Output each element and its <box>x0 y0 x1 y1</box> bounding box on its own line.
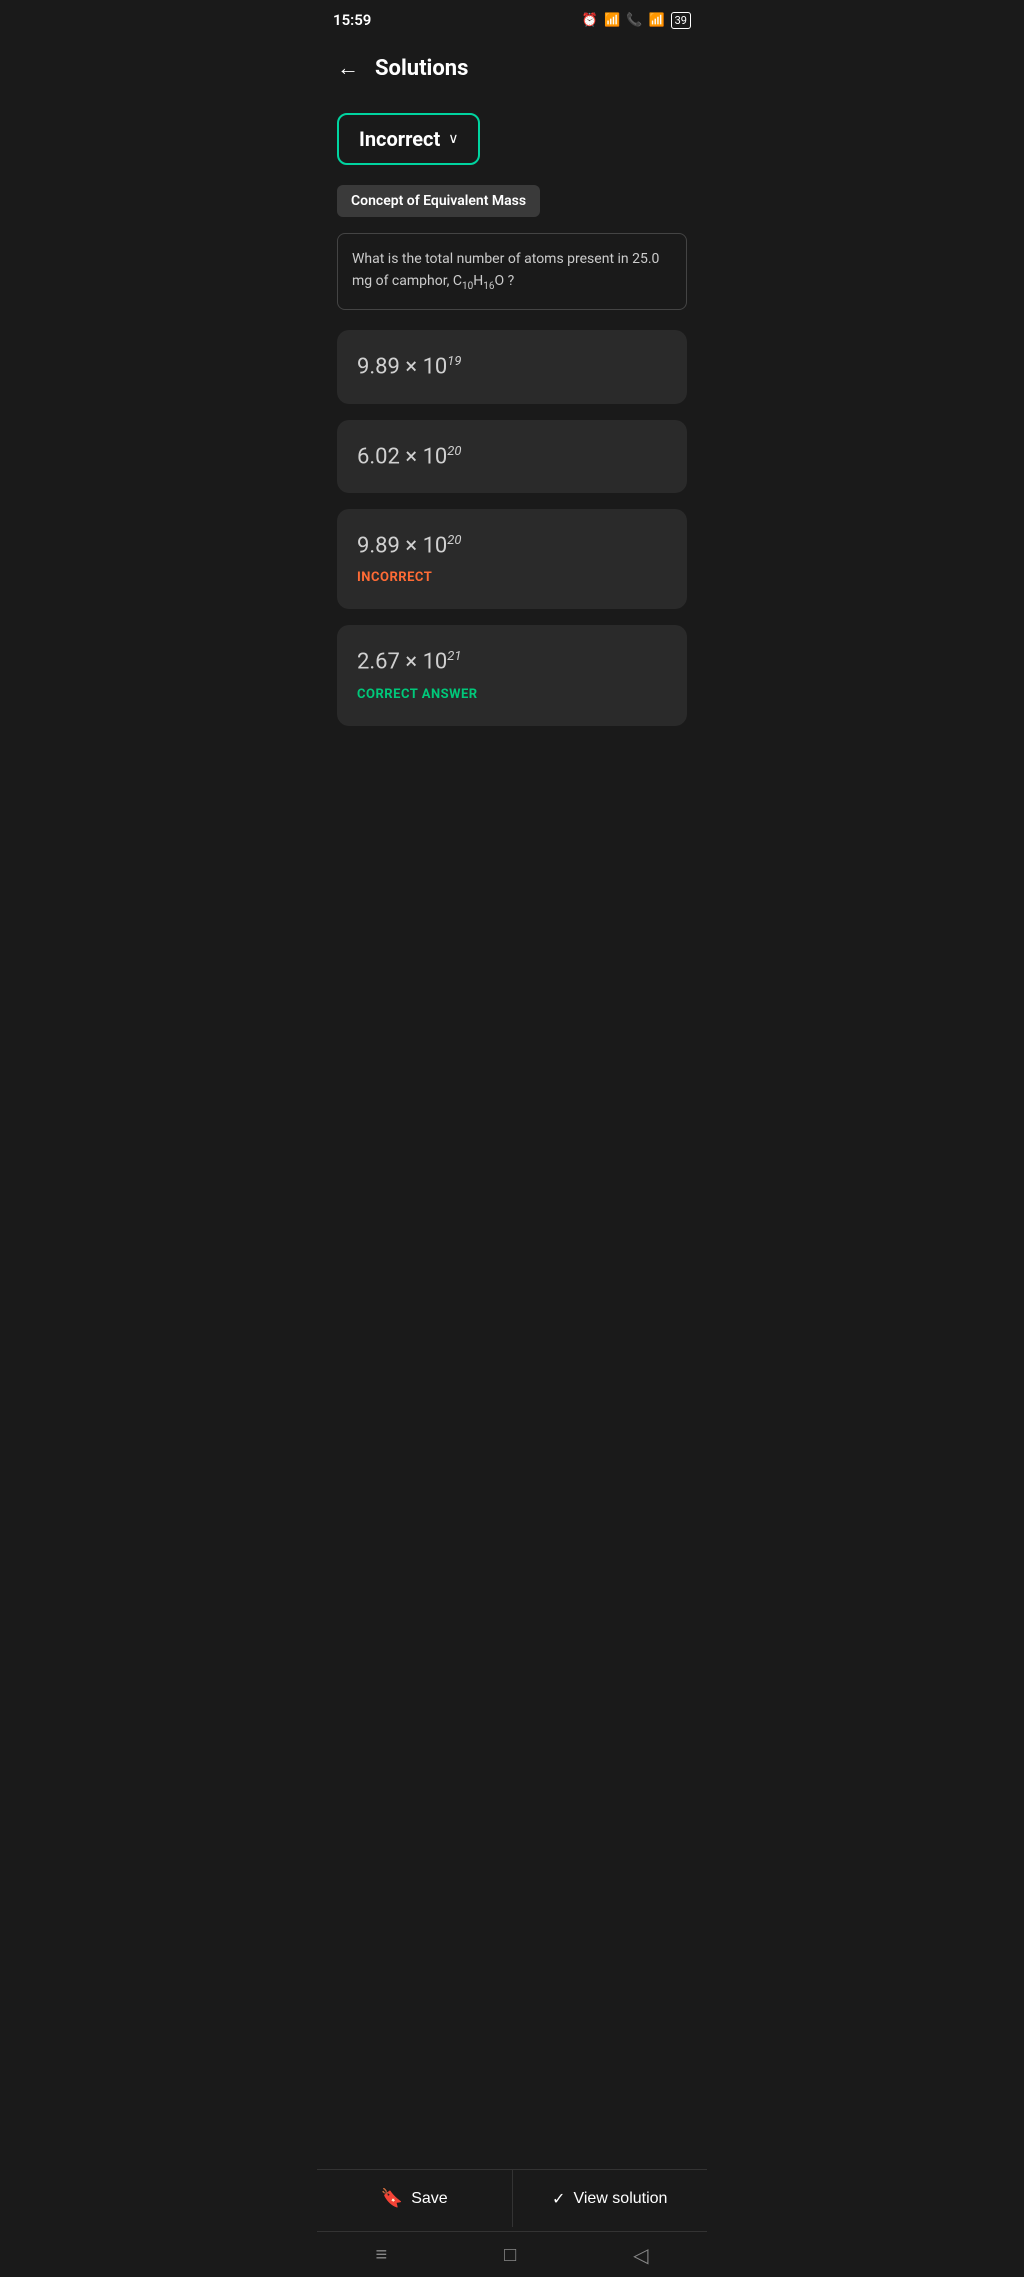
answer-value-1: 9.89 × 1019 <box>357 354 667 379</box>
answer-value-3: 9.89 × 1020 <box>357 533 667 558</box>
answer-option-4[interactable]: 2.67 × 1021 CORRECT ANSWER <box>337 625 687 725</box>
signal-icon: 📶 <box>648 13 664 28</box>
page-title: Solutions <box>375 56 468 81</box>
back-button[interactable]: ← <box>337 58 359 80</box>
concept-tag[interactable]: Concept of Equivalent Mass <box>337 185 540 217</box>
answer-option-3[interactable]: 9.89 × 1020 INCORRECT <box>337 509 687 609</box>
main-content: Incorrect ∨ Concept of Equivalent Mass W… <box>317 97 707 762</box>
save-button[interactable]: 🔖 Save <box>317 2170 513 2227</box>
answer-value-2: 6.02 × 1020 <box>357 444 667 469</box>
bottom-action-bar: 🔖 Save ✓ View solution <box>317 2169 707 2227</box>
chevron-down-icon: ∨ <box>448 131 458 147</box>
check-icon: ✓ <box>552 2189 565 2209</box>
question-box: What is the total number of atoms presen… <box>337 233 687 310</box>
menu-icon[interactable]: ≡ <box>375 2242 387 2267</box>
status-time: 15:59 <box>333 11 371 29</box>
answer-value-4: 2.67 × 1021 <box>357 649 667 674</box>
incorrect-status-label: INCORRECT <box>357 570 667 585</box>
page-header: ← Solutions <box>317 40 707 97</box>
incorrect-label: Incorrect <box>359 127 440 151</box>
battery-icon: 39 <box>671 12 691 29</box>
alarm-icon: ⏰ <box>582 13 598 28</box>
bookmark-icon: 🔖 <box>381 2188 403 2209</box>
phone-icon: 📞 <box>626 13 642 28</box>
view-solution-button[interactable]: ✓ View solution <box>513 2170 708 2227</box>
wifi-icon: 📶 <box>604 13 620 28</box>
view-solution-label: View solution <box>573 2190 667 2208</box>
correct-status-label: CORRECT ANSWER <box>357 687 667 702</box>
question-text: What is the total number of atoms presen… <box>352 248 672 295</box>
save-label: Save <box>411 2190 447 2208</box>
answer-options: 9.89 × 1019 6.02 × 1020 9.89 × 1020 INCO… <box>337 330 687 725</box>
back-nav-icon[interactable]: ◁ <box>633 2243 648 2267</box>
answer-option-1[interactable]: 9.89 × 1019 <box>337 330 687 403</box>
status-icons: ⏰ 📶 📞 📶 39 <box>582 12 691 29</box>
nav-bar: ≡ □ ◁ <box>317 2231 707 2277</box>
incorrect-badge[interactable]: Incorrect ∨ <box>337 113 480 165</box>
status-bar: 15:59 ⏰ 📶 📞 📶 39 <box>317 0 707 40</box>
answer-option-2[interactable]: 6.02 × 1020 <box>337 420 687 493</box>
home-icon[interactable]: □ <box>504 2242 516 2267</box>
